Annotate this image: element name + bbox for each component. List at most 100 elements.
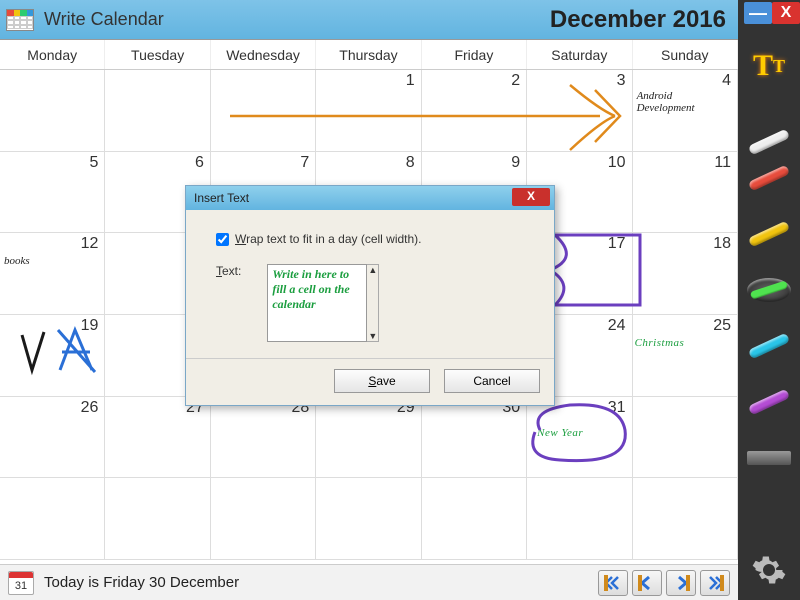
day-number: 18 xyxy=(713,235,731,253)
chalk-cyan-tool[interactable] xyxy=(747,326,791,366)
settings-button[interactable] xyxy=(747,550,791,590)
weekday-sat: Saturday xyxy=(527,40,632,69)
chalk-white-tool[interactable] xyxy=(747,102,791,142)
weekday-sun: Sunday xyxy=(633,40,738,69)
day-cell[interactable] xyxy=(0,478,105,560)
day-number: 12 xyxy=(81,235,99,253)
save-button[interactable]: Save xyxy=(334,369,430,393)
today-label: Today is Friday 30 December xyxy=(44,574,239,591)
dialog-title: Insert Text xyxy=(194,191,249,205)
chalk-yellow-tool[interactable] xyxy=(747,214,791,254)
month-year-label: December 2016 xyxy=(550,6,732,34)
dialog-footer: Save Cancel xyxy=(186,358,554,405)
titlebar: Write Calendar December 2016 xyxy=(0,0,738,40)
text-tool-button[interactable]: TT xyxy=(747,46,791,86)
day-cell[interactable]: 28 xyxy=(211,397,316,479)
day-cell[interactable] xyxy=(211,478,316,560)
weekday-mon: Monday xyxy=(0,40,105,69)
day-cell[interactable]: 25 Christmas xyxy=(633,315,738,397)
gear-icon xyxy=(751,552,787,588)
day-number: 11 xyxy=(714,154,731,172)
day-number: 8 xyxy=(406,154,415,172)
note-newyear: New Year xyxy=(537,427,583,439)
cancel-button[interactable]: Cancel xyxy=(444,369,540,393)
day-cell[interactable]: 2 xyxy=(422,70,527,152)
close-button[interactable]: X xyxy=(772,2,800,24)
weekday-header: Monday Tuesday Wednesday Thursday Friday… xyxy=(0,40,738,70)
window-controls: — X xyxy=(738,2,800,30)
day-number: 17 xyxy=(608,235,626,253)
app-title: Write Calendar xyxy=(44,9,164,30)
day-cell[interactable]: 11 xyxy=(633,152,738,234)
next-month-button[interactable] xyxy=(666,570,696,596)
dialog-titlebar[interactable]: Insert Text X xyxy=(186,186,554,210)
wrap-option-row: Wrap text to fit in a day (cell width). xyxy=(216,232,530,246)
chalk-purple-tool[interactable] xyxy=(747,382,791,422)
day-number: 7 xyxy=(300,154,309,172)
day-cell[interactable]: 19 xyxy=(0,315,105,397)
dialog-body: Wrap text to fit in a day (cell width). … xyxy=(186,210,554,358)
day-number: 3 xyxy=(617,72,626,90)
day-number: 2 xyxy=(511,72,520,90)
insert-text-dialog: Insert Text X Wrap text to fit in a day … xyxy=(185,185,555,406)
day-number: 1 xyxy=(406,72,415,90)
day-cell[interactable]: 5 xyxy=(0,152,105,234)
day-cell[interactable] xyxy=(105,70,210,152)
day-number: 31 xyxy=(608,399,626,417)
day-cell[interactable]: 1 xyxy=(316,70,421,152)
app-icon xyxy=(6,9,34,31)
day-number: 5 xyxy=(90,154,99,172)
ruler-tool[interactable] xyxy=(747,438,791,478)
wrap-label[interactable]: Wrap text to fit in a day (cell width). xyxy=(235,232,422,246)
eraser-tool[interactable] xyxy=(747,270,791,310)
day-cell[interactable]: 18 xyxy=(633,233,738,315)
day-cell[interactable]: 3 xyxy=(527,70,632,152)
today-icon[interactable]: 31 xyxy=(8,571,34,595)
day-cell[interactable]: 30 xyxy=(422,397,527,479)
day-number: 10 xyxy=(608,154,626,172)
weekday-thu: Thursday xyxy=(316,40,421,69)
text-input[interactable] xyxy=(267,264,367,342)
text-label: Text: xyxy=(216,264,241,278)
day-number: 25 xyxy=(713,317,731,335)
day-cell[interactable] xyxy=(105,478,210,560)
day-cell[interactable]: 26 xyxy=(0,397,105,479)
prev-month-button[interactable] xyxy=(632,570,662,596)
chalk-red-tool[interactable] xyxy=(747,158,791,198)
minimize-button[interactable]: — xyxy=(744,2,772,24)
day-cell[interactable]: 4 Android Development xyxy=(633,70,738,152)
day-cell[interactable]: 27 xyxy=(105,397,210,479)
note-android: Android Development xyxy=(637,90,695,114)
nav-buttons xyxy=(598,570,730,596)
next-year-button[interactable] xyxy=(700,570,730,596)
day-cell[interactable] xyxy=(316,478,421,560)
footer: 31 Today is Friday 30 December xyxy=(0,564,738,600)
day-cell[interactable] xyxy=(633,478,738,560)
weekday-tue: Tuesday xyxy=(105,40,210,69)
day-cell[interactable] xyxy=(0,70,105,152)
wrap-checkbox[interactable] xyxy=(216,233,229,246)
textarea-scrollbar[interactable]: ▲▼ xyxy=(367,264,379,342)
day-number: 26 xyxy=(81,399,99,417)
text-input-row: Text: ▲▼ xyxy=(216,264,530,342)
dialog-close-button[interactable]: X xyxy=(512,188,550,206)
prev-year-button[interactable] xyxy=(598,570,628,596)
note-books: books xyxy=(4,255,30,267)
day-cell[interactable] xyxy=(527,478,632,560)
side-toolbar: — X TT xyxy=(738,0,800,600)
day-cell[interactable]: 31 New Year xyxy=(527,397,632,479)
weekday-wed: Wednesday xyxy=(211,40,316,69)
day-cell[interactable] xyxy=(211,70,316,152)
day-cell[interactable]: 29 xyxy=(316,397,421,479)
day-cell[interactable] xyxy=(422,478,527,560)
note-christmas: Christmas xyxy=(635,337,685,349)
day-number: 24 xyxy=(608,317,626,335)
day-cell[interactable]: 12 books xyxy=(0,233,105,315)
day-cell[interactable] xyxy=(633,397,738,479)
day-number: 19 xyxy=(81,317,99,335)
today-icon-day: 31 xyxy=(9,578,33,594)
day-number: 9 xyxy=(511,154,520,172)
weekday-fri: Friday xyxy=(422,40,527,69)
day-number: 4 xyxy=(722,72,731,90)
day-number: 6 xyxy=(195,154,204,172)
